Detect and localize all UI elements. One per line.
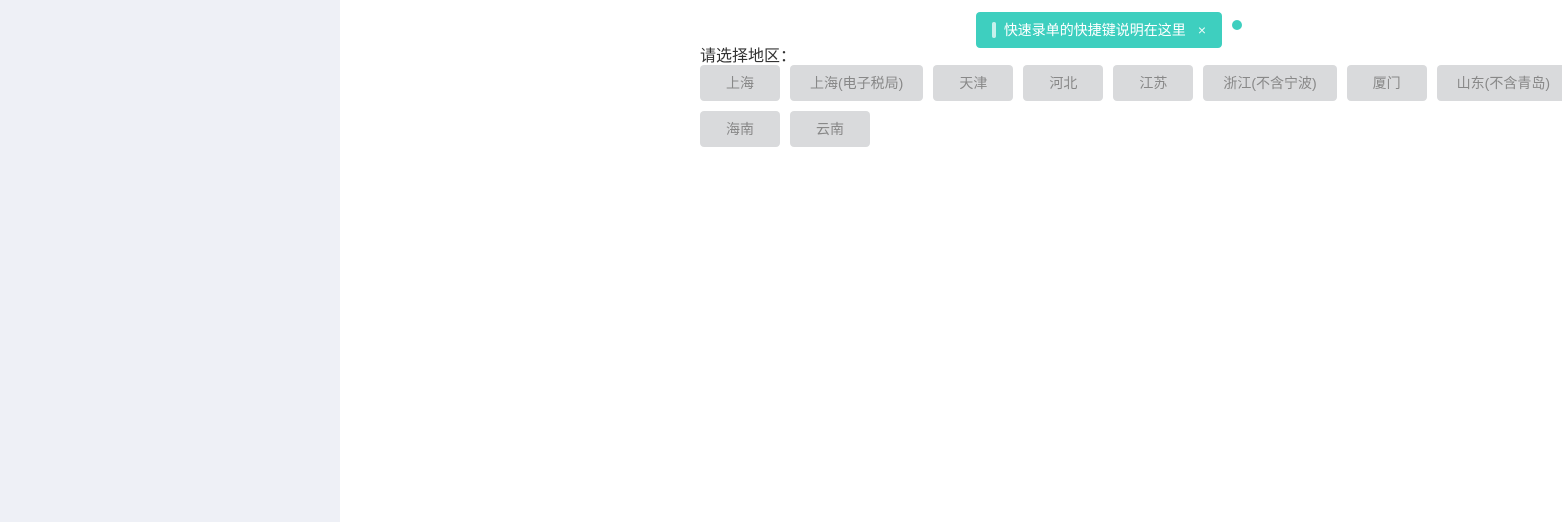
region-button-shanghai-etax[interactable]: 上海(电子税局) (790, 65, 923, 101)
region-button-shanghai[interactable]: 上海 (700, 65, 780, 101)
tooltip-bar: 快速录单的快捷键说明在这里 × (976, 12, 1222, 48)
tooltip-close-button[interactable]: × (1198, 22, 1206, 38)
region-button-shandong[interactable]: 山东(不含青岛) (1437, 65, 1562, 101)
bar-accent (992, 22, 996, 38)
region-button-jiangsu[interactable]: 江苏 (1113, 65, 1193, 101)
main-content: 快速录单的快捷键说明在这里 × 请选择地区： 上海 上海(电子税局) 天津 河北… (340, 0, 1562, 522)
region-button-tianjin[interactable]: 天津 (933, 65, 1013, 101)
region-button-hainan[interactable]: 海南 (700, 111, 780, 147)
region-button-zhejiang[interactable]: 浙江(不含宁波) (1203, 65, 1336, 101)
tooltip-dot (1232, 20, 1242, 30)
region-buttons-container: 上海 上海(电子税局) 天津 河北 江苏 浙江(不含宁波) 厦门 山东(不含青岛… (700, 65, 1562, 147)
section-label: 请选择地区： (700, 42, 796, 66)
region-button-yunnan[interactable]: 云南 (790, 111, 870, 147)
region-button-hebei[interactable]: 河北 (1023, 65, 1103, 101)
tooltip-text: 快速录单的快捷键说明在这里 (1004, 20, 1186, 40)
region-button-xiamen[interactable]: 厦门 (1347, 65, 1427, 101)
sidebar (0, 0, 340, 522)
